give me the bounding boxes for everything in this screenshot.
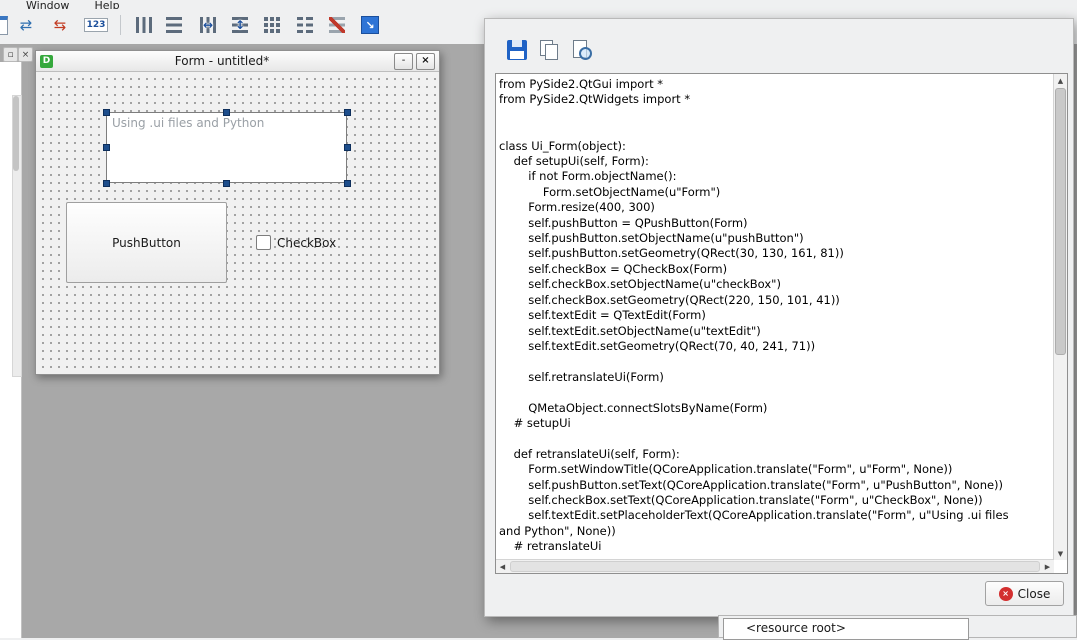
menu-window[interactable]: Window bbox=[26, 0, 69, 9]
layout-grid-icon[interactable] bbox=[260, 13, 284, 37]
widget-box-scrollbar[interactable] bbox=[12, 95, 22, 377]
save-icon bbox=[507, 40, 527, 60]
layout-splitter-horizontal-icon[interactable]: ↔ bbox=[196, 13, 220, 37]
preview-button[interactable] bbox=[569, 38, 593, 62]
save-button[interactable] bbox=[505, 38, 529, 62]
resource-root-item[interactable]: <resource root> bbox=[724, 619, 968, 638]
textedit-widget[interactable]: Using .ui files and Python bbox=[106, 112, 347, 183]
code-editor[interactable]: from PySide2.QtGui import * from PySide2… bbox=[495, 73, 1068, 574]
signals-slots-glyph: ⇄ bbox=[20, 18, 33, 33]
scroll-up-icon[interactable]: ▲ bbox=[1054, 74, 1067, 87]
checkbox-indicator[interactable] bbox=[256, 235, 271, 250]
widget-box-panel bbox=[0, 62, 22, 638]
edit-tab-order-icon[interactable]: 123 bbox=[84, 13, 108, 37]
close-button[interactable]: × bbox=[416, 53, 435, 70]
code-text[interactable]: from PySide2.QtGui import * from PySide2… bbox=[499, 77, 1051, 557]
menu-help[interactable]: Help bbox=[94, 0, 119, 9]
copy-button[interactable] bbox=[537, 38, 561, 62]
dock-close-button[interactable]: × bbox=[18, 47, 33, 62]
break-layout-icon[interactable] bbox=[325, 13, 349, 37]
vertical-scrollbar[interactable]: ▲ ▼ bbox=[1053, 74, 1067, 560]
buddies-glyph: ⇆ bbox=[54, 18, 67, 33]
pushbutton-label: PushButton bbox=[112, 236, 181, 250]
form-designer-window: D Form - untitled* - × Using .ui files a… bbox=[35, 50, 440, 375]
adjust-size-glyph: ↘ bbox=[361, 16, 379, 34]
edit-widgets-icon[interactable] bbox=[0, 13, 12, 37]
scroll-right-icon[interactable]: ▶ bbox=[1041, 560, 1054, 573]
menubar: Window Help bbox=[0, 0, 1077, 9]
splitter-horizontal-glyph: ↔ bbox=[200, 17, 216, 33]
layout-form-icon[interactable] bbox=[293, 13, 317, 37]
close-dialog-button[interactable]: × Close bbox=[985, 581, 1064, 606]
selection-handle[interactable] bbox=[344, 109, 351, 116]
selection-handle[interactable] bbox=[344, 144, 351, 151]
checkbox-widget[interactable]: CheckBox bbox=[256, 222, 357, 263]
splitter-vertical-glyph: ↕ bbox=[232, 17, 248, 33]
vertical-scrollbar-thumb[interactable] bbox=[1055, 88, 1066, 355]
close-circle-icon: × bbox=[999, 587, 1013, 601]
scroll-down-icon[interactable]: ▼ bbox=[1054, 547, 1067, 560]
layout-horizontal-icon[interactable] bbox=[132, 13, 156, 37]
edit-signals-slots-icon[interactable]: ⇄ bbox=[14, 13, 38, 37]
form-window-titlebar[interactable]: D Form - untitled* - × bbox=[36, 51, 439, 72]
selection-handle[interactable] bbox=[223, 180, 230, 187]
form-window-title: Form - untitled* bbox=[53, 54, 391, 68]
form-file-icon: D bbox=[40, 55, 53, 68]
minimize-button[interactable]: - bbox=[394, 53, 413, 70]
copy-icon bbox=[539, 40, 559, 60]
layout-vertical-icon[interactable] bbox=[162, 13, 186, 37]
layout-form-glyph bbox=[297, 17, 313, 33]
close-icon: × bbox=[22, 50, 30, 60]
close-button-label: Close bbox=[1018, 587, 1051, 601]
textedit-placeholder: Using .ui files and Python bbox=[107, 113, 346, 133]
edit-buddies-icon[interactable]: ⇆ bbox=[48, 13, 72, 37]
find-preview-icon bbox=[571, 40, 591, 60]
adjust-size-icon[interactable]: ↘ bbox=[358, 13, 382, 37]
selection-handle[interactable] bbox=[223, 109, 230, 116]
float-icon: ▫ bbox=[7, 50, 13, 60]
break-layout-glyph bbox=[329, 17, 345, 33]
selection-handle[interactable] bbox=[103, 109, 110, 116]
toolbar-separator bbox=[120, 15, 121, 35]
resource-browser-panel: <resource root> bbox=[718, 615, 1077, 638]
layout-splitter-vertical-icon[interactable]: ↕ bbox=[228, 13, 252, 37]
selection-handle[interactable] bbox=[103, 180, 110, 187]
horizontal-scrollbar-thumb[interactable] bbox=[510, 561, 1040, 572]
resource-tree[interactable]: <resource root> bbox=[723, 618, 969, 640]
layout-vertical-glyph bbox=[166, 17, 182, 33]
tab-order-glyph: 123 bbox=[84, 18, 109, 32]
horizontal-scrollbar[interactable]: ◀ ▶ bbox=[496, 559, 1054, 573]
scroll-left-icon[interactable]: ◀ bbox=[496, 560, 509, 573]
widget-glyph bbox=[0, 16, 8, 35]
dock-float-button[interactable]: ▫ bbox=[3, 47, 18, 62]
selection-handle[interactable] bbox=[103, 144, 110, 151]
widget-box-scrollbar-thumb[interactable] bbox=[13, 96, 19, 171]
pushbutton-widget[interactable]: PushButton bbox=[66, 202, 227, 283]
checkbox-label: CheckBox bbox=[277, 236, 336, 250]
layout-grid-glyph bbox=[264, 17, 280, 33]
selection-handle[interactable] bbox=[344, 180, 351, 187]
layout-horizontal-glyph bbox=[136, 17, 152, 33]
code-preview-dialog: from PySide2.QtGui import * from PySide2… bbox=[484, 18, 1074, 617]
form-canvas[interactable]: Using .ui files and Python PushButton Ch… bbox=[36, 72, 439, 374]
